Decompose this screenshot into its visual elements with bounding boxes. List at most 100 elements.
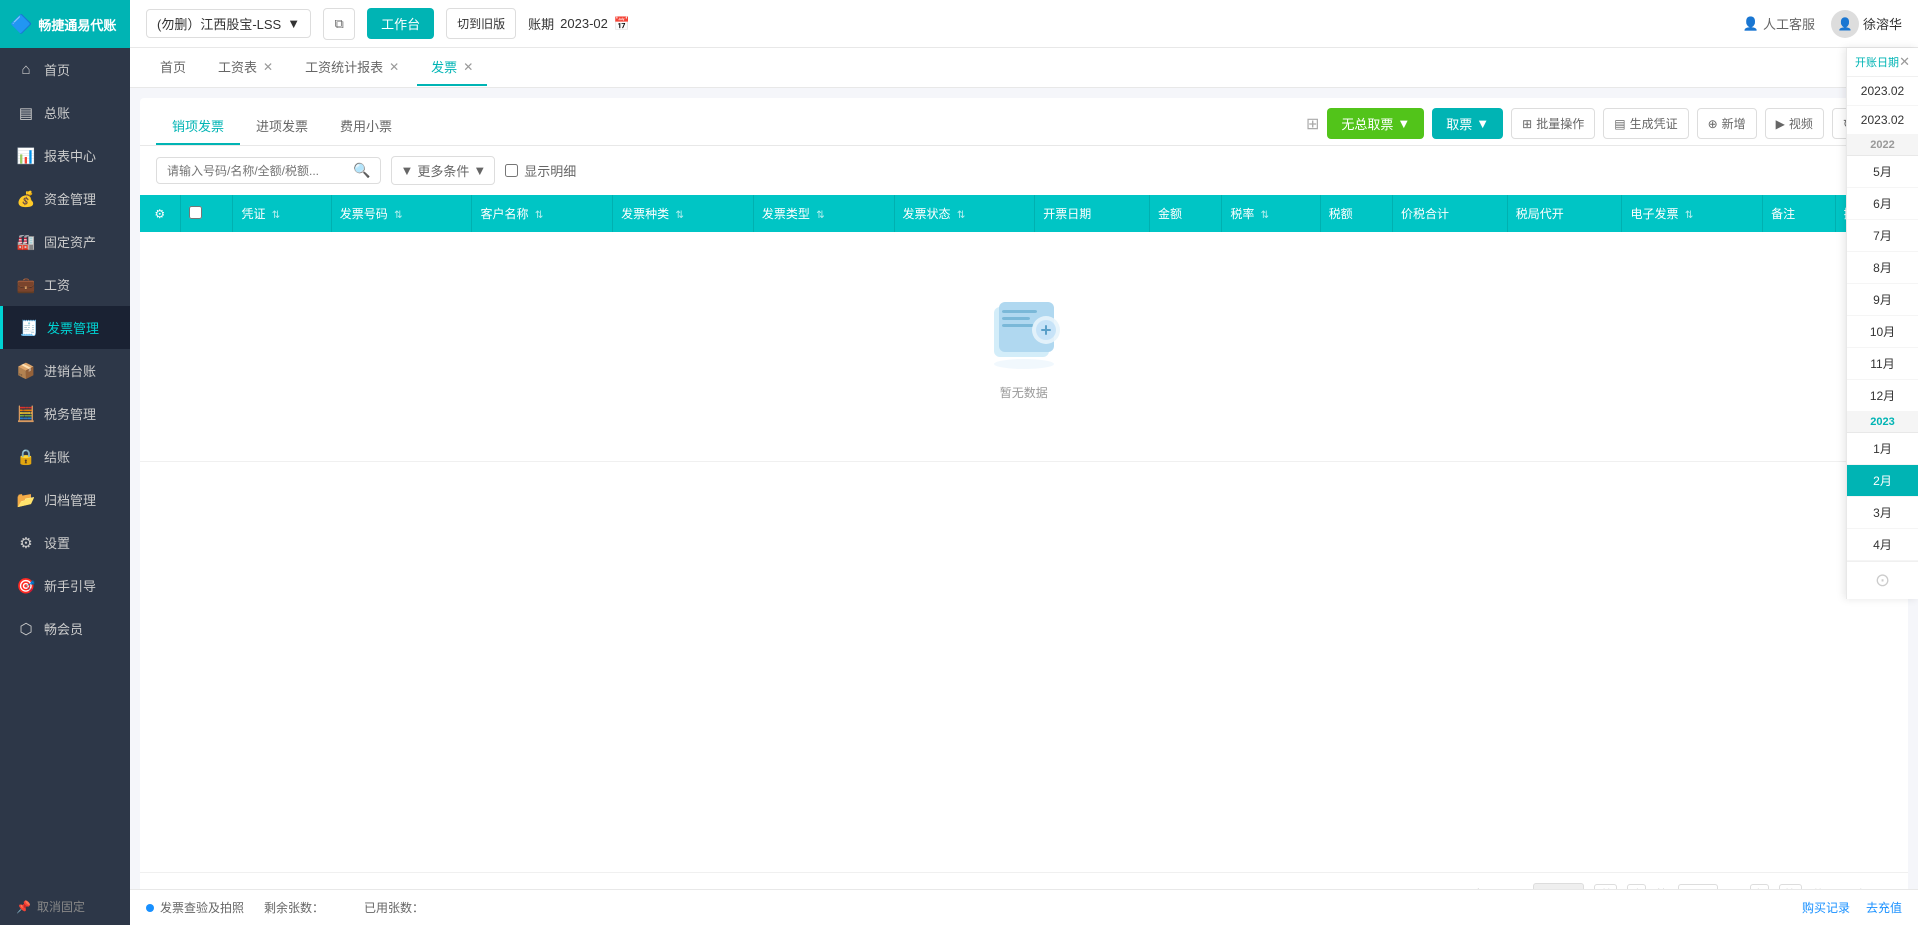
old-version-button[interactable]: 切到旧版 xyxy=(446,8,516,39)
user-menu[interactable]: 👤 徐溶华 xyxy=(1831,10,1902,38)
closing-icon: 🔒 xyxy=(16,448,36,466)
customer-service[interactable]: 👤 人工客服 xyxy=(1743,14,1815,33)
month-2023-4[interactable]: 4月 xyxy=(1847,529,1918,561)
new-label: 新增 xyxy=(1722,115,1746,132)
sidebar-item-invoice[interactable]: 🧾 发票管理 xyxy=(0,306,130,349)
col-customer: 客户名称 ⇅ xyxy=(472,195,613,232)
col-checkbox[interactable] xyxy=(180,195,233,232)
sidebar-item-funds[interactable]: 💰 资金管理 xyxy=(0,177,130,220)
col-tax: 税额 xyxy=(1320,195,1392,232)
col-settings[interactable]: ⚙ xyxy=(140,195,180,232)
month-2023-3[interactable]: 3月 xyxy=(1847,497,1918,529)
sidebar-item-ledger[interactable]: ▤ 总账 xyxy=(0,91,130,134)
check-dot xyxy=(146,904,154,912)
month-6[interactable]: 6月 xyxy=(1847,188,1918,220)
sidebar-item-closing[interactable]: 🔒 结账 xyxy=(0,435,130,478)
tab-home[interactable]: 首页 xyxy=(146,49,200,86)
date-item-2023-02-first[interactable]: 2023.02 xyxy=(1847,77,1918,106)
workbench-button[interactable]: 工作台 xyxy=(367,8,434,39)
sub-tab-purchase-invoice[interactable]: 进项发票 xyxy=(240,108,324,145)
month-8[interactable]: 8月 xyxy=(1847,252,1918,284)
empty-svg xyxy=(974,292,1074,372)
purchase-record-link[interactable]: 购买记录 xyxy=(1802,899,1850,916)
sidebar-item-tax[interactable]: 🧮 税务管理 xyxy=(0,392,130,435)
tax-icon: 🧮 xyxy=(16,405,36,423)
grid-layout-icon[interactable]: ⊞ xyxy=(1306,114,1319,134)
month-12[interactable]: 12月 xyxy=(1847,380,1918,412)
company-selector[interactable]: (勿删）江西股宝-LSS ▼ xyxy=(146,9,311,38)
take-ticket-button[interactable]: 取票 ▼ xyxy=(1432,108,1503,139)
used-label: 已用张数： xyxy=(364,899,424,916)
month-9[interactable]: 9月 xyxy=(1847,284,1918,316)
date-item-2023-02-second[interactable]: 2023.02 xyxy=(1847,106,1918,135)
reports-icon: 📊 xyxy=(16,147,36,165)
more-filter-button[interactable]: ▼ 更多条件 ▼ xyxy=(391,156,495,185)
select-all-checkbox[interactable] xyxy=(189,206,202,219)
close-date-panel-button[interactable]: ✕ xyxy=(1899,54,1910,70)
unpin-label: 取消固定 xyxy=(37,898,85,915)
tab-payroll-table[interactable]: 工资表 ✕ xyxy=(204,49,287,86)
open-period-label[interactable]: 开账日期 xyxy=(1855,54,1899,70)
col-tax-code: 税局代开 xyxy=(1507,195,1622,232)
accounting-period: 账期 2023-02 📅 xyxy=(528,14,630,33)
new-button[interactable]: ⊕ 新增 xyxy=(1697,108,1757,139)
sub-tab-expense-label: 费用小票 xyxy=(340,119,392,134)
col-invoice-status: 发票状态 ⇅ xyxy=(894,195,1035,232)
tab-invoice[interactable]: 发票 ✕ xyxy=(417,49,487,86)
sidebar-item-archive[interactable]: 📂 归档管理 xyxy=(0,478,130,521)
sidebar: 🔷 畅捷通易代账 ⌂ 首页 ▤ 总账 📊 报表中心 💰 资金管理 🏭 固定资产 … xyxy=(0,0,130,925)
take-ticket-label: 取票 xyxy=(1446,114,1472,133)
recharge-link[interactable]: 去充值 xyxy=(1866,899,1902,916)
year-2023: 2023 xyxy=(1847,412,1918,433)
month-7[interactable]: 7月 xyxy=(1847,220,1918,252)
video-button[interactable]: ▶ 视频 xyxy=(1765,108,1824,139)
tab-payroll-stats[interactable]: 工资统计报表 ✕ xyxy=(291,49,413,86)
sub-tab-sales-invoice[interactable]: 销项发票 xyxy=(156,108,240,145)
tab-home-label: 首页 xyxy=(160,57,186,76)
scroll-icon[interactable]: ⊙ xyxy=(1875,570,1890,591)
no-ticket-label: 无总取票 xyxy=(1341,114,1393,133)
search-icon[interactable]: 🔍 xyxy=(353,162,370,179)
sort-icon: ⇅ xyxy=(535,210,543,221)
month-5[interactable]: 5月 xyxy=(1847,156,1918,188)
sidebar-item-sales[interactable]: 📦 进销台账 xyxy=(0,349,130,392)
filter-label: 更多条件 xyxy=(417,161,469,180)
gen-voucher-button[interactable]: ▤ 生成凭证 xyxy=(1603,108,1688,139)
date-panel: 开账日期 ✕ 2023.02 2023.02 2022 5月 6月 7月 8月 … xyxy=(1846,48,1918,599)
calendar-icon: 📅 xyxy=(614,16,630,32)
no-ticket-button[interactable]: 无总取票 ▼ xyxy=(1327,108,1424,139)
sidebar-item-settings[interactable]: ⚙ 设置 xyxy=(0,521,130,564)
unpin-button[interactable]: 📌 取消固定 xyxy=(0,888,130,925)
search-input[interactable] xyxy=(167,164,347,178)
add-icon: ⊕ xyxy=(1708,117,1718,131)
avatar-icon: 👤 xyxy=(1838,17,1853,31)
sidebar-item-assets[interactable]: 🏭 固定资产 xyxy=(0,220,130,263)
month-2023-2[interactable]: 2月 xyxy=(1847,465,1918,497)
sidebar-item-member[interactable]: ⬡ 畅会员 xyxy=(0,607,130,650)
table-header-row: ⚙ 凭证 ⇅ 发票号码 ⇅ 客户名称 ⇅ 发票种类 ⇅ 发票类型 ⇅ 发票状态 … xyxy=(140,195,1908,232)
copy-icon: ⧉ xyxy=(334,16,343,32)
tab-invoice-close[interactable]: ✕ xyxy=(463,60,473,74)
user-name: 徐溶华 xyxy=(1863,14,1902,33)
month-11[interactable]: 11月 xyxy=(1847,348,1918,380)
sidebar-item-home[interactable]: ⌂ 首页 xyxy=(0,48,130,91)
sidebar-item-label: 畅会员 xyxy=(44,619,83,638)
company-icon-button[interactable]: ⧉ xyxy=(323,8,355,40)
search-bar[interactable]: 🔍 xyxy=(156,157,381,184)
sub-tab-expense-receipt[interactable]: 费用小票 xyxy=(324,108,408,145)
show-detail-checkbox[interactable]: 显示明细 xyxy=(505,161,576,180)
sales-icon: 📦 xyxy=(16,362,36,380)
detail-checkbox-input[interactable] xyxy=(505,164,518,177)
sidebar-item-guide[interactable]: 🎯 新手引导 xyxy=(0,564,130,607)
sub-tab-purchase-label: 进项发票 xyxy=(256,119,308,134)
tab-stats-close[interactable]: ✕ xyxy=(389,60,399,74)
sidebar-item-payroll[interactable]: 💼 工资 xyxy=(0,263,130,306)
month-10[interactable]: 10月 xyxy=(1847,316,1918,348)
batch-op-button[interactable]: ⊞ 批量操作 xyxy=(1511,108,1595,139)
sidebar-item-label: 设置 xyxy=(44,533,70,552)
col-e-invoice: 电子发票 ⇅ xyxy=(1622,195,1763,232)
month-2023-1[interactable]: 1月 xyxy=(1847,433,1918,465)
tab-payroll-close[interactable]: ✕ xyxy=(263,60,273,74)
sidebar-item-reports[interactable]: 📊 报表中心 xyxy=(0,134,130,177)
sidebar-item-label: 发票管理 xyxy=(47,318,99,337)
